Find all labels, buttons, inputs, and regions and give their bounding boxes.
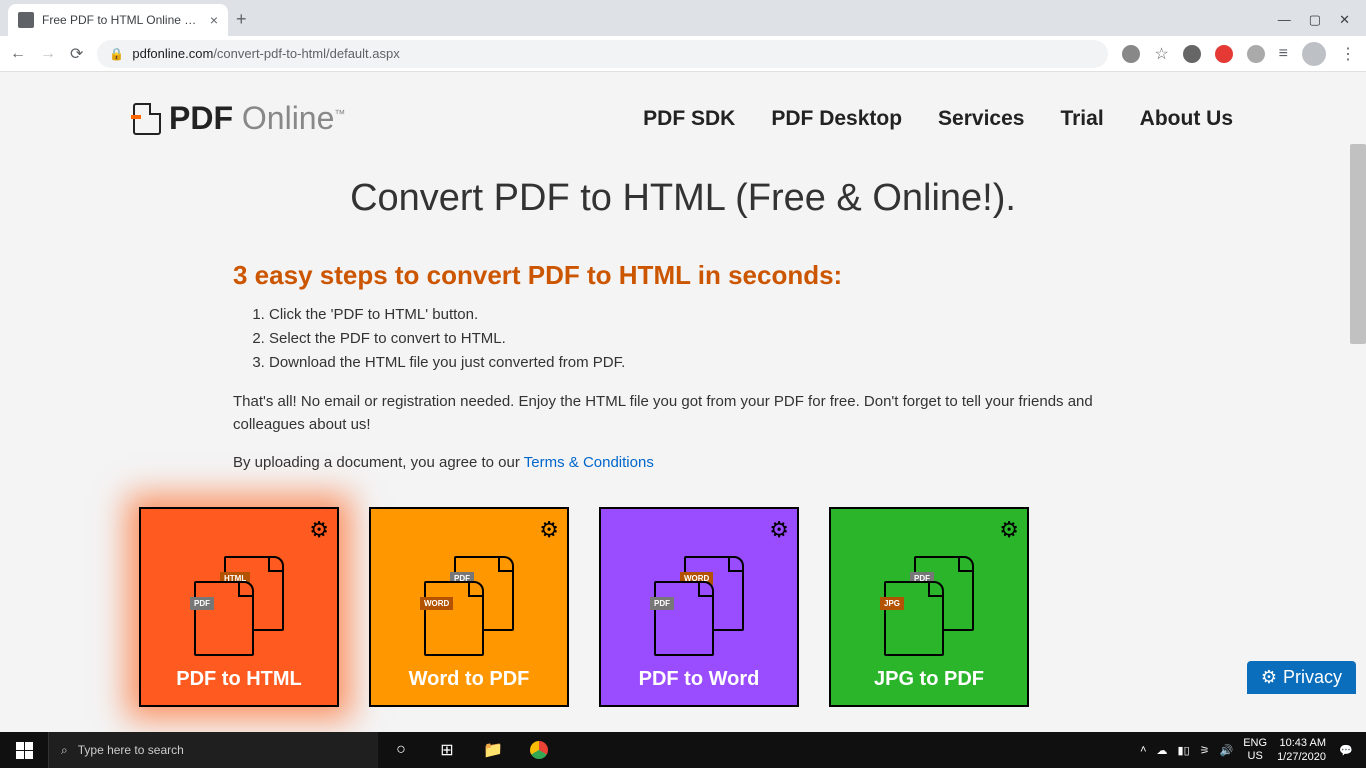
scrollbar[interactable] — [1350, 144, 1366, 344]
conversion-tile[interactable]: ⚙ PDFWORD Word to PDF — [369, 507, 569, 707]
page-viewport: PDF Online™ PDF SDK PDF Desktop Services… — [0, 72, 1366, 732]
nav-pdf-desktop[interactable]: PDF Desktop — [771, 107, 902, 131]
close-tab-icon[interactable]: × — [210, 12, 218, 28]
steps-list: Click the 'PDF to HTML' button. Select t… — [233, 303, 1133, 375]
extension-icon-3[interactable] — [1247, 45, 1265, 63]
step-item: Select the PDF to convert to HTML. — [269, 327, 1133, 351]
reading-list-icon[interactable]: ≡ — [1279, 45, 1288, 63]
translate-icon[interactable] — [1122, 45, 1140, 63]
logo-text: PDF Online™ — [169, 100, 345, 137]
browser-tab-strip: Free PDF to HTML Online Conve × + — ▢ ✕ — [0, 0, 1366, 36]
bookmark-icon[interactable]: ☆ — [1154, 44, 1168, 64]
new-tab-button[interactable]: + — [236, 9, 247, 30]
nav-services[interactable]: Services — [938, 107, 1024, 131]
tile-caption: JPG to PDF — [874, 668, 984, 691]
extension-icon-2[interactable] — [1215, 45, 1233, 63]
system-tray: ˄ ☁ ▮▯ ⚞ 🔊 ENGUS 10:43 AM1/27/2020 💬 — [1140, 736, 1366, 765]
chrome-menu-icon[interactable]: ⋮ — [1340, 44, 1356, 64]
maximize-button[interactable]: ▢ — [1309, 12, 1321, 28]
document-icon: PDFWORD — [424, 556, 514, 656]
page-title: Convert PDF to HTML (Free & Online!). — [133, 177, 1233, 220]
taskbar-search[interactable]: ⌕ Type here to search — [48, 732, 378, 768]
favicon — [18, 12, 34, 28]
search-icon: ⌕ — [61, 743, 68, 758]
address-bar: ← → ⟳ 🔒 pdfonline.com/convert-pdf-to-htm… — [0, 36, 1366, 72]
battery-icon[interactable]: ▮▯ — [1178, 744, 1190, 757]
volume-icon[interactable]: 🔊 — [1220, 744, 1234, 757]
onedrive-icon[interactable]: ☁ — [1157, 744, 1168, 757]
cortana-icon[interactable]: ○ — [378, 732, 424, 768]
site-header: PDF Online™ PDF SDK PDF Desktop Services… — [133, 72, 1233, 157]
site-logo[interactable]: PDF Online™ — [133, 100, 345, 137]
body-paragraph: That's all! No email or registration nee… — [233, 391, 1133, 436]
file-explorer-icon[interactable]: 📁 — [470, 732, 516, 768]
steps-heading: 3 easy steps to convert PDF to HTML in s… — [233, 260, 1133, 291]
profile-avatar[interactable] — [1302, 42, 1326, 66]
language-indicator[interactable]: ENGUS — [1243, 737, 1267, 763]
url-text: pdfonline.com/convert-pdf-to-html/defaul… — [132, 46, 399, 61]
gear-icon[interactable]: ⚙ — [999, 517, 1019, 543]
main-nav: PDF SDK PDF Desktop Services Trial About… — [643, 107, 1233, 131]
conversion-tiles: ⚙ HTMLPDF PDF to HTML ⚙ PDFWORD Word to PDF ⚙ W… — [133, 507, 1233, 733]
nav-pdf-sdk[interactable]: PDF SDK — [643, 107, 735, 131]
browser-tab[interactable]: Free PDF to HTML Online Conve × — [8, 4, 228, 36]
gear-icon: ⚙ — [1261, 667, 1277, 688]
search-placeholder: Type here to search — [78, 743, 184, 757]
notification-icon[interactable]: 💬 — [1336, 740, 1356, 760]
clock[interactable]: 10:43 AM1/27/2020 — [1277, 736, 1326, 765]
tile-caption: Word to PDF — [409, 668, 530, 691]
reload-button[interactable]: ⟳ — [70, 44, 83, 64]
terms-paragraph: By uploading a document, you agree to ou… — [233, 452, 1133, 475]
step-item: Click the 'PDF to HTML' button. — [269, 303, 1133, 327]
url-input[interactable]: 🔒 pdfonline.com/convert-pdf-to-html/defa… — [97, 40, 1108, 68]
back-button[interactable]: ← — [10, 45, 26, 63]
gear-icon[interactable]: ⚙ — [309, 517, 329, 543]
conversion-tile[interactable]: ⚙ PDFJPG JPG to PDF — [829, 507, 1029, 707]
conversion-tile[interactable]: ⚙ WORDPDF PDF to Word — [599, 507, 799, 707]
windows-taskbar: ⌕ Type here to search ○ ⊞ 📁 ˄ ☁ ▮▯ ⚞ 🔊 E… — [0, 732, 1366, 768]
logo-icon — [133, 103, 161, 135]
chrome-taskbar-icon[interactable] — [516, 732, 562, 768]
task-view-icon[interactable]: ⊞ — [424, 732, 470, 768]
lock-icon: 🔒 — [109, 47, 124, 61]
gear-icon[interactable]: ⚙ — [769, 517, 789, 543]
extension-icons: ☆ ≡ ⋮ — [1122, 42, 1356, 66]
close-window-button[interactable]: ✕ — [1339, 12, 1350, 28]
step-item: Download the HTML file you just converte… — [269, 351, 1133, 375]
terms-link[interactable]: Terms & Conditions — [524, 454, 654, 471]
tile-caption: PDF to Word — [639, 668, 760, 691]
tile-caption: PDF to HTML — [176, 668, 302, 691]
extension-icon-1[interactable] — [1183, 45, 1201, 63]
tab-title: Free PDF to HTML Online Conve — [42, 13, 202, 27]
nav-about-us[interactable]: About Us — [1140, 107, 1233, 131]
document-icon: WORDPDF — [654, 556, 744, 656]
conversion-tile[interactable]: ⚙ HTMLPDF PDF to HTML — [139, 507, 339, 707]
document-icon: HTMLPDF — [194, 556, 284, 656]
window-controls: — ▢ ✕ — [1278, 12, 1366, 36]
document-icon: PDFJPG — [884, 556, 974, 656]
gear-icon[interactable]: ⚙ — [539, 517, 559, 543]
start-button[interactable] — [0, 732, 48, 768]
forward-button[interactable]: → — [40, 45, 56, 63]
nav-trial[interactable]: Trial — [1060, 107, 1103, 131]
tray-expand-icon[interactable]: ˄ — [1140, 744, 1146, 756]
minimize-button[interactable]: — — [1278, 12, 1291, 28]
wifi-icon[interactable]: ⚞ — [1200, 744, 1210, 757]
privacy-button[interactable]: ⚙ Privacy — [1247, 661, 1356, 694]
